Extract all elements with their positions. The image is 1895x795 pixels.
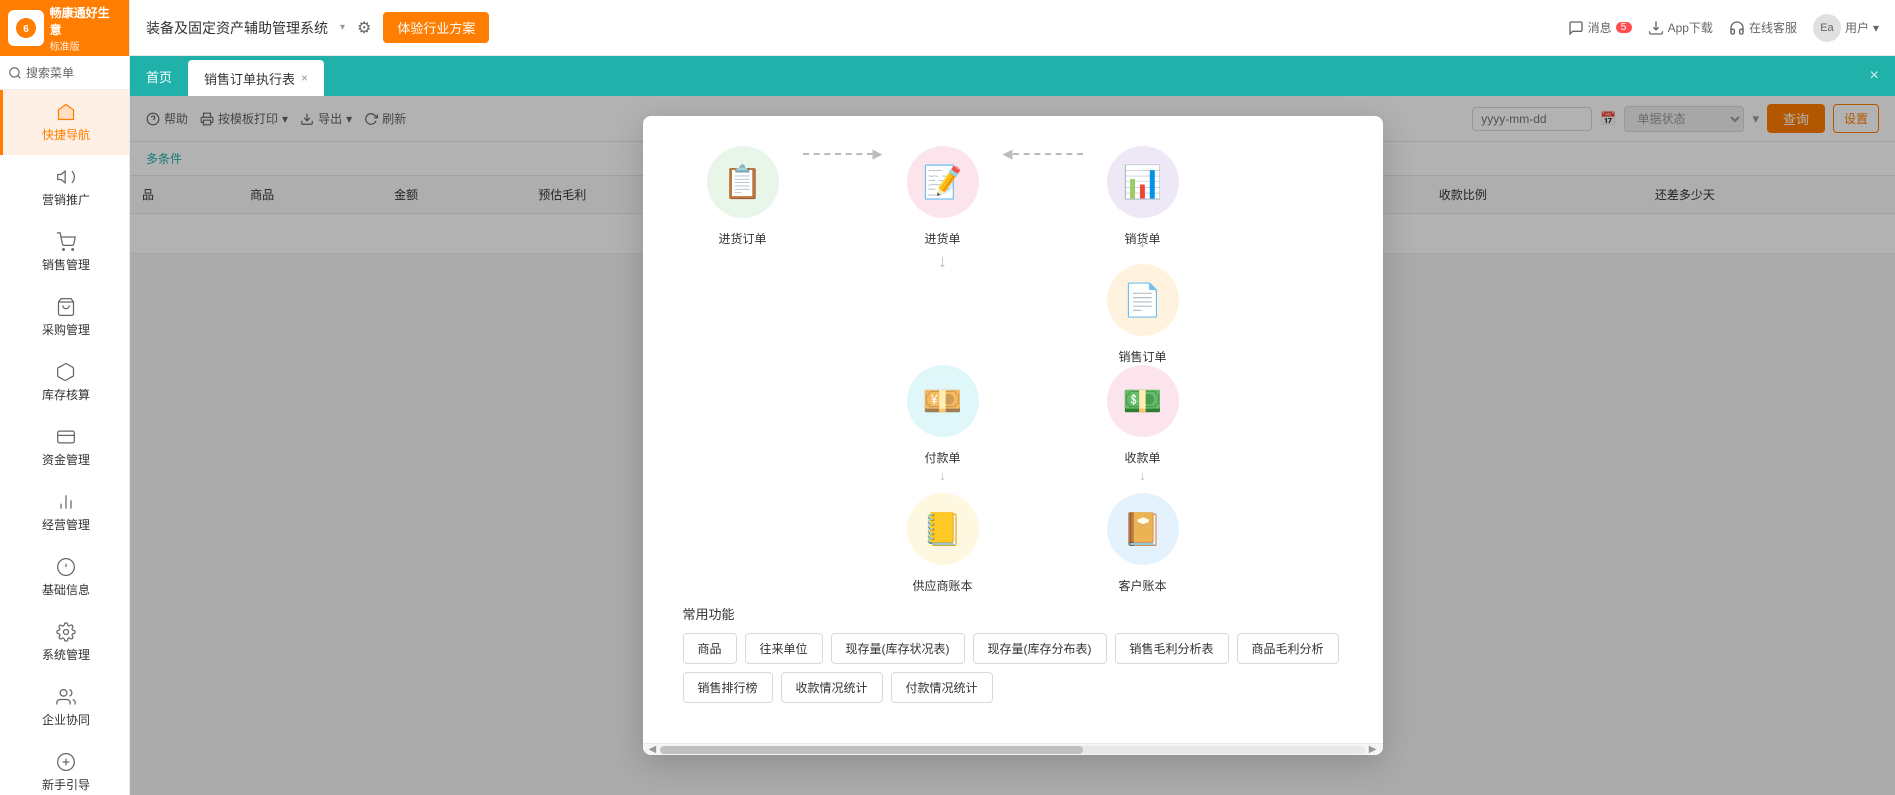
tab-sales-order-exec[interactable]: 销售订单执行表 × <box>188 60 324 96</box>
sidebar-item-newbie[interactable]: 新手引导 <box>0 740 129 795</box>
payment-bill-icon: 💴 <box>907 365 979 437</box>
modal-overlay[interactable]: 📋 进货订单 ▶ 📝 进货单 <box>130 96 1895 795</box>
home-icon <box>56 102 76 122</box>
sales-order-icon: 📄 <box>1107 264 1179 336</box>
sidebar-nav: 快捷导航 营销推广 销售管理 采购管理 库存核算 资金管理 <box>0 90 129 795</box>
system-title: 装备及固定资产辅助管理系统 <box>146 18 328 38</box>
guide-icon <box>56 752 76 772</box>
money-icon <box>56 427 76 447</box>
arrow-h2: ◀ <box>1003 146 1083 184</box>
info-icon <box>56 557 76 577</box>
sidebar-item-sales[interactable]: 销售管理 <box>0 220 129 285</box>
system-dropdown-arrow[interactable]: ▾ <box>340 22 345 33</box>
tab-home[interactable]: 首页 <box>130 56 188 96</box>
logo-icon: 6 <box>8 10 44 46</box>
payment-bill-label: 付款单 <box>924 449 960 466</box>
tab-close-all-btn[interactable]: × <box>1870 67 1879 85</box>
settings-icon[interactable]: ⚙ <box>357 18 371 38</box>
common-functions-title: 常用功能 <box>683 604 1343 623</box>
down-arrow-purchase: ↓ <box>883 247 1003 276</box>
func-btn-sales-profit[interactable]: 销售毛利分析表 <box>1115 633 1229 664</box>
customer-account-label: 客户账本 <box>1118 577 1166 594</box>
common-functions: 常用功能 商品 往来单位 现存量(库存状况表) 现存量(库存分布表) 销售毛利分… <box>683 604 1343 703</box>
sales-bill-icon: 📊 <box>1107 146 1179 218</box>
purchase-bill-icon: 📝 <box>907 146 979 218</box>
main-content: 装备及固定资产辅助管理系统 ▾ ⚙ 体验行业方案 消息 5 App下载 在线客服 <box>130 0 1895 795</box>
purchase-bill-label: 进货单 <box>924 230 960 247</box>
customer-account-icon: 📔 <box>1107 493 1179 565</box>
sidebar-item-finance[interactable]: 资金管理 <box>0 415 129 480</box>
flow-node-purchase-order: 📋 进货订单 <box>683 146 803 247</box>
flow-node-customer-account: ↓ 📔 客户账本 <box>1083 466 1203 594</box>
svg-text:6: 6 <box>23 24 29 35</box>
flow-node-sales-order: ↓ 📄 销售订单 <box>1083 227 1203 365</box>
top-header: 装备及固定资产辅助管理系统 ▾ ⚙ 体验行业方案 消息 5 App下载 在线客服 <box>130 0 1895 56</box>
sidebar-item-enterprise[interactable]: 企业协同 <box>0 675 129 740</box>
sidebar-item-operations[interactable]: 经营管理 <box>0 480 129 545</box>
handshake-icon <box>56 687 76 707</box>
func-buttons-row1: 商品 往来单位 现存量(库存状况表) 现存量(库存分布表) 销售毛利分析表 商品… <box>683 633 1343 664</box>
content-area: 帮助 按模板打印 ▾ 导出 ▾ 刷新 📅 <box>130 96 1895 795</box>
scroll-right-btn[interactable]: ▶ <box>1365 744 1381 755</box>
sidebar-item-inventory[interactable]: 库存核算 <box>0 350 129 415</box>
func-btn-goods[interactable]: 商品 <box>683 633 737 664</box>
megaphone-icon <box>56 167 76 187</box>
scroll-thumb[interactable] <box>660 746 1083 754</box>
user-dropdown-arrow: ▾ <box>1873 21 1879 35</box>
func-buttons-row2: 销售排行榜 收款情况统计 付款情况统计 <box>683 672 1343 703</box>
purchase-order-label: 进货订单 <box>718 230 766 247</box>
bag-icon <box>56 297 76 317</box>
sidebar-item-basic-info[interactable]: 基础信息 <box>0 545 129 610</box>
search-icon <box>8 66 22 80</box>
func-btn-stock-status[interactable]: 现存量(库存状况表) <box>831 633 965 664</box>
purchase-order-icon: 📋 <box>707 146 779 218</box>
logo-text: 畅康通好生意 标准版 <box>50 4 121 53</box>
func-btn-stock-dist[interactable]: 现存量(库存分布表) <box>973 633 1107 664</box>
sidebar-item-quick-nav[interactable]: 快捷导航 <box>0 90 129 155</box>
online-service-btn[interactable]: 在线客服 <box>1729 19 1797 36</box>
arrow-h1: ▶ <box>803 146 883 184</box>
sidebar-item-marketing[interactable]: 营销推广 <box>0 155 129 220</box>
header-actions: 消息 5 App下载 在线客服 Ea 用户 ▾ <box>1568 14 1879 42</box>
func-btn-payment-stats[interactable]: 付款情况统计 <box>891 672 993 703</box>
supplier-account-label: 供应商账本 <box>912 577 972 594</box>
supplier-account-icon: 📒 <box>907 493 979 565</box>
func-btn-partners[interactable]: 往来单位 <box>745 633 823 664</box>
download-icon <box>1648 20 1664 36</box>
message-icon <box>1568 20 1584 36</box>
sidebar: 6 畅康通好生意 标准版 搜索菜单 快捷导航 营销推广 <box>0 0 130 795</box>
sidebar-search[interactable]: 搜索菜单 <box>0 56 129 90</box>
user-menu[interactable]: Ea 用户 ▾ <box>1813 14 1879 42</box>
try-btn[interactable]: 体验行业方案 <box>383 12 489 43</box>
func-btn-goods-profit[interactable]: 商品毛利分析 <box>1237 633 1339 664</box>
tab-bar: 首页 销售订单执行表 × × <box>130 56 1895 96</box>
modal-scrollbar: ◀ ▶ <box>643 743 1383 755</box>
sidebar-item-purchase[interactable]: 采购管理 <box>0 285 129 350</box>
headset-icon <box>1729 20 1745 36</box>
chart-icon <box>56 492 76 512</box>
sales-order-label: 销售订单 <box>1118 348 1166 365</box>
scroll-left-btn[interactable]: ◀ <box>645 744 661 755</box>
box-icon <box>56 362 76 382</box>
avatar: Ea <box>1813 14 1841 42</box>
func-btn-receipt-stats[interactable]: 收款情况统计 <box>781 672 883 703</box>
scroll-track <box>660 746 1365 754</box>
tab-close-btn[interactable]: × <box>301 71 308 85</box>
flow-modal: 📋 进货订单 ▶ 📝 进货单 <box>643 116 1383 755</box>
func-btn-sales-rank[interactable]: 销售排行榜 <box>683 672 773 703</box>
flow-node-receipt-bill: 💵 收款单 <box>1083 365 1203 466</box>
modal-body: 📋 进货订单 ▶ 📝 进货单 <box>643 116 1383 731</box>
app-download-btn[interactable]: App下载 <box>1648 19 1713 36</box>
flow-node-payment-bill: 💴 付款单 <box>883 365 1003 466</box>
sidebar-item-system[interactable]: 系统管理 <box>0 610 129 675</box>
message-btn[interactable]: 消息 5 <box>1568 19 1632 36</box>
receipt-bill-icon: 💵 <box>1107 365 1179 437</box>
gear-icon <box>56 622 76 642</box>
sidebar-logo: 6 畅康通好生意 标准版 <box>0 0 129 56</box>
cart-icon <box>56 232 76 252</box>
message-badge: 5 <box>1616 22 1632 33</box>
flow-node-purchase-bill: 📝 进货单 <box>883 146 1003 247</box>
receipt-bill-label: 收款单 <box>1124 449 1160 466</box>
flow-node-supplier-account: ↓ 📒 供应商账本 <box>883 466 1003 594</box>
